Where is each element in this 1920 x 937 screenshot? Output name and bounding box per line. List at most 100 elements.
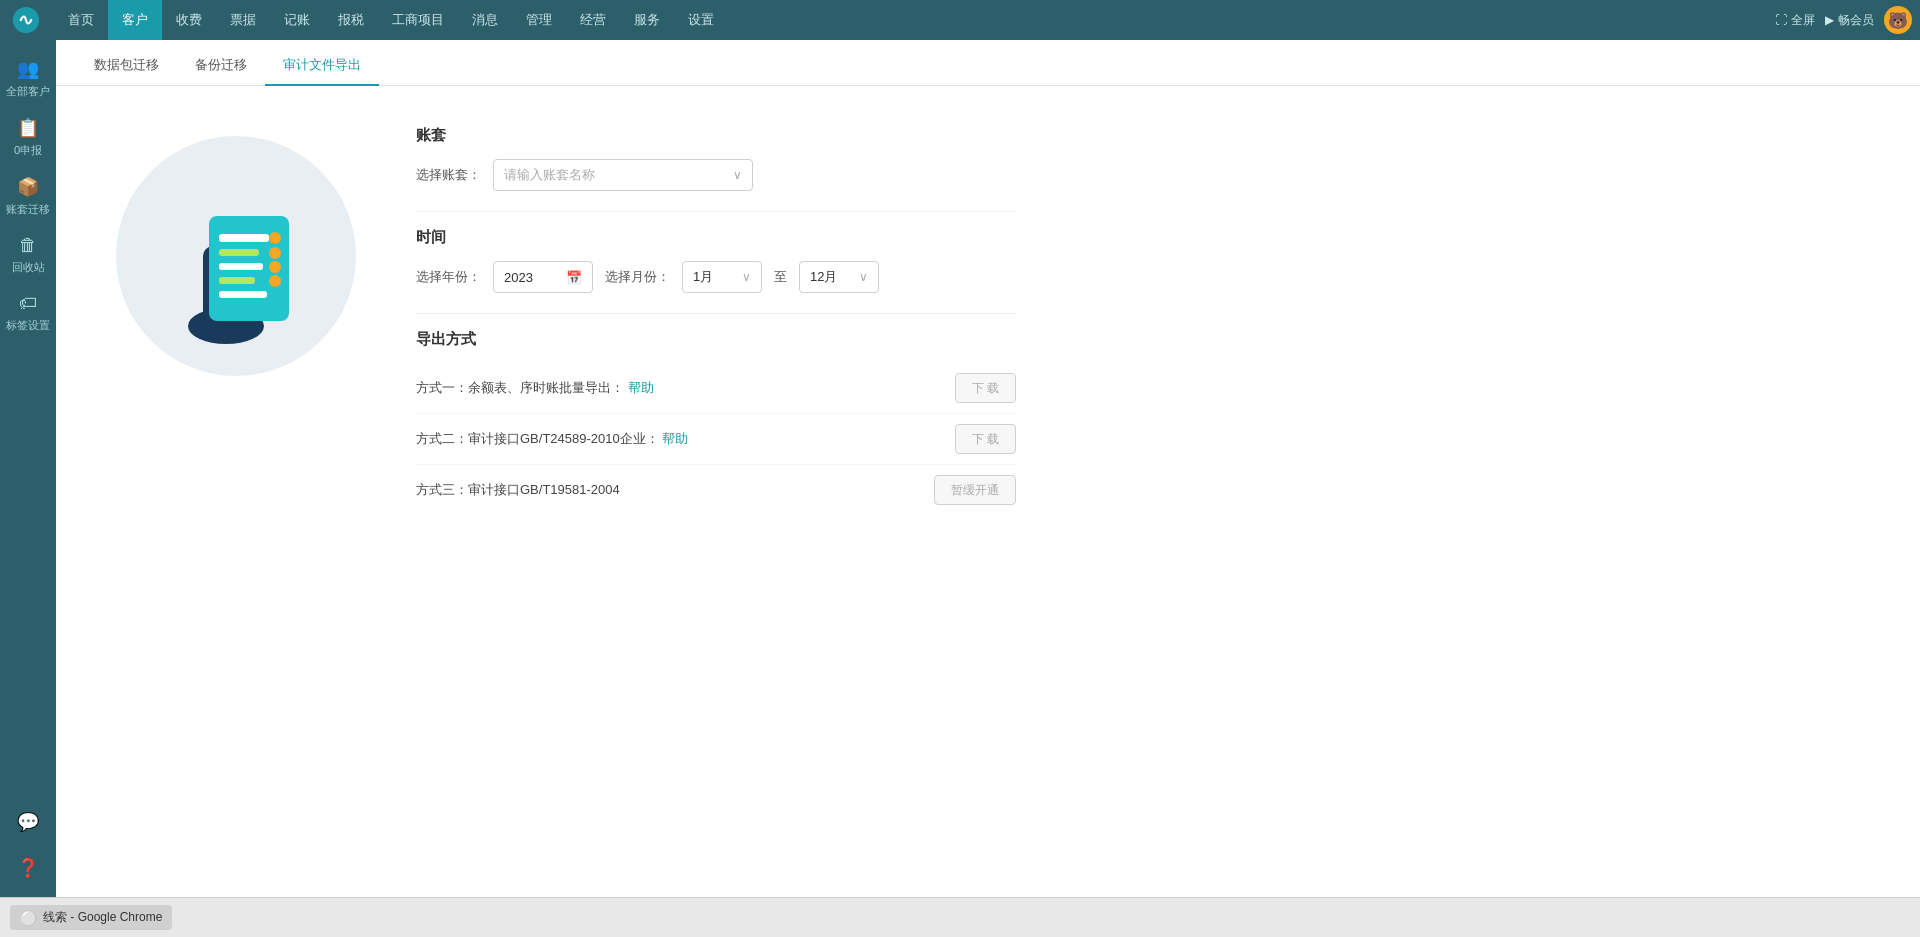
export-method-1: 方式一：余额表、序时账批量导出： 帮助 下 载	[416, 363, 1016, 414]
nav-home[interactable]: 首页	[54, 0, 108, 40]
tab-data-migrate[interactable]: 数据包迁移	[76, 46, 177, 86]
sidebar-item-all-customers[interactable]: 👥 全部客户	[0, 50, 56, 107]
month-end-select[interactable]: 12月 ∨	[799, 261, 879, 293]
main-content: 数据包迁移 备份迁移 审计文件导出	[56, 40, 1920, 897]
nav-service[interactable]: 服务	[620, 0, 674, 40]
svg-point-10	[269, 247, 281, 259]
illustration-area	[96, 116, 376, 376]
app-body: 👥 全部客户 📋 0申报 📦 账套迁移 🗑 回收站 🏷 标签设置 💬 ❓ 数据包…	[0, 40, 1920, 897]
sidebar-item-label: 全部客户	[6, 84, 50, 99]
year-value: 2023	[504, 270, 533, 285]
section-divider-1	[416, 211, 1016, 212]
member-label: 畅会员	[1838, 12, 1874, 29]
zero-declare-icon: 📋	[17, 117, 39, 139]
export-section-title: 导出方式	[416, 330, 1016, 349]
account-select-placeholder: 请输入账套名称	[504, 166, 595, 184]
method-3-label: 方式三：审计接口GB/T19581-2004	[416, 481, 620, 499]
tag-settings-icon: 🏷	[19, 293, 37, 314]
top-nav: 首页 客户 收费 票据 记账 报税 工商项目 消息 管理 经营 服务 设置 ⛶ …	[0, 0, 1920, 40]
nav-invoice[interactable]: 票据	[216, 0, 270, 40]
method-2-text: 方式二：审计接口GB/T24589-2010企业：	[416, 431, 659, 446]
method-1-help-link[interactable]: 帮助	[628, 380, 654, 395]
all-customers-icon: 👥	[17, 58, 39, 80]
taskbar-chrome-item[interactable]: ⚪ 线索 - Google Chrome	[10, 905, 172, 930]
year-input[interactable]: 2023 📅	[493, 261, 593, 293]
export-method-3: 方式三：审计接口GB/T19581-2004 暂缓开通	[416, 465, 1016, 515]
taskbar-item-label: 线索 - Google Chrome	[43, 909, 162, 926]
method-1-text: 方式一：余额表、序时账批量导出：	[416, 380, 624, 395]
illustration-svg	[141, 156, 331, 356]
calendar-icon: 📅	[566, 270, 582, 285]
svg-rect-6	[219, 263, 263, 270]
fullscreen-label: 全屏	[1791, 12, 1815, 29]
month-start-select[interactable]: 1月 ∨	[682, 261, 762, 293]
method-2-download-button[interactable]: 下 载	[955, 424, 1016, 454]
month-start-value: 1月	[693, 268, 713, 286]
month-label: 选择月份：	[605, 268, 670, 286]
taskbar: ⚪ 线索 - Google Chrome	[0, 897, 1920, 937]
month-end-value: 12月	[810, 268, 837, 286]
account-select-chevron: ∨	[733, 168, 742, 182]
nav-message[interactable]: 消息	[458, 0, 512, 40]
svg-point-11	[269, 261, 281, 273]
method-1-label: 方式一：余额表、序时账批量导出： 帮助	[416, 379, 654, 397]
svg-point-12	[269, 275, 281, 287]
sidebar-item-zero-declare[interactable]: 📋 0申报	[0, 109, 56, 166]
fullscreen-button[interactable]: ⛶ 全屏	[1775, 12, 1815, 29]
sidebar-item-label: 回收站	[12, 260, 45, 275]
recycle-icon: 🗑	[19, 235, 37, 256]
export-method-2: 方式二：审计接口GB/T24589-2010企业： 帮助 下 载	[416, 414, 1016, 465]
month-end-chevron: ∨	[859, 270, 868, 284]
account-section-title: 账套	[416, 126, 1016, 145]
method-3-text: 方式三：审计接口GB/T19581-2004	[416, 482, 620, 497]
avatar[interactable]: 🐻	[1884, 6, 1912, 34]
account-select[interactable]: 请输入账套名称 ∨	[493, 159, 753, 191]
sidebar-item-label: 标签设置	[6, 318, 50, 333]
page-body: 账套 选择账套： 请输入账套名称 ∨ 时间 选择年份：	[56, 86, 1920, 897]
svg-rect-7	[219, 277, 255, 284]
svg-rect-5	[219, 249, 259, 256]
method-1-download-button[interactable]: 下 载	[955, 373, 1016, 403]
form-area: 账套 选择账套： 请输入账套名称 ∨ 时间 选择年份：	[416, 116, 1016, 535]
nav-manage[interactable]: 管理	[512, 0, 566, 40]
account-section: 账套 选择账套： 请输入账套名称 ∨	[416, 126, 1016, 191]
chat-icon[interactable]: 💬	[0, 803, 56, 841]
sidebar-item-recycle[interactable]: 🗑 回收站	[0, 227, 56, 283]
account-label: 选择账套：	[416, 166, 481, 184]
time-section: 时间 选择年份： 2023 📅 选择月份： 1月 ∨ 至	[416, 228, 1016, 293]
app-logo	[8, 2, 44, 38]
top-nav-right: ⛶ 全屏 ▶ 畅会员 🐻	[1775, 6, 1912, 34]
sidebar-item-account-migrate[interactable]: 📦 账套迁移	[0, 168, 56, 225]
tab-backup-migrate[interactable]: 备份迁移	[177, 46, 265, 86]
nav-customer[interactable]: 客户	[108, 0, 162, 40]
sidebar-item-label: 账套迁移	[6, 202, 50, 217]
nav-bookkeeping[interactable]: 记账	[270, 0, 324, 40]
nav-settings[interactable]: 设置	[674, 0, 728, 40]
time-form-row: 选择年份： 2023 📅 选择月份： 1月 ∨ 至 12月	[416, 261, 1016, 293]
nav-fee[interactable]: 收费	[162, 0, 216, 40]
account-form-row: 选择账套： 请输入账套名称 ∨	[416, 159, 1016, 191]
sidebar-item-label: 0申报	[14, 143, 42, 158]
nav-tax[interactable]: 报税	[324, 0, 378, 40]
export-section: 导出方式 方式一：余额表、序时账批量导出： 帮助 下 载 方式二：审计接口GB/…	[416, 330, 1016, 515]
chrome-icon: ⚪	[20, 910, 37, 926]
month-start-chevron: ∨	[742, 270, 751, 284]
tab-bar: 数据包迁移 备份迁移 审计文件导出	[56, 40, 1920, 86]
svg-point-9	[269, 232, 281, 244]
help-icon[interactable]: ❓	[0, 849, 56, 887]
time-section-title: 时间	[416, 228, 1016, 247]
time-separator: 至	[774, 268, 787, 286]
illustration-circle	[116, 136, 356, 376]
member-button[interactable]: ▶ 畅会员	[1825, 12, 1874, 29]
svg-rect-8	[219, 291, 267, 298]
method-2-label: 方式二：审计接口GB/T24589-2010企业： 帮助	[416, 430, 688, 448]
nav-operation[interactable]: 经营	[566, 0, 620, 40]
sidebar-bottom: 💬 ❓	[0, 803, 56, 897]
sidebar-item-tag-settings[interactable]: 🏷 标签设置	[0, 285, 56, 341]
method-3-open-button[interactable]: 暂缓开通	[934, 475, 1016, 505]
year-label: 选择年份：	[416, 268, 481, 286]
method-2-help-link[interactable]: 帮助	[662, 431, 688, 446]
nav-business[interactable]: 工商项目	[378, 0, 458, 40]
member-icon: ▶	[1825, 13, 1834, 27]
tab-audit-export[interactable]: 审计文件导出	[265, 46, 379, 86]
